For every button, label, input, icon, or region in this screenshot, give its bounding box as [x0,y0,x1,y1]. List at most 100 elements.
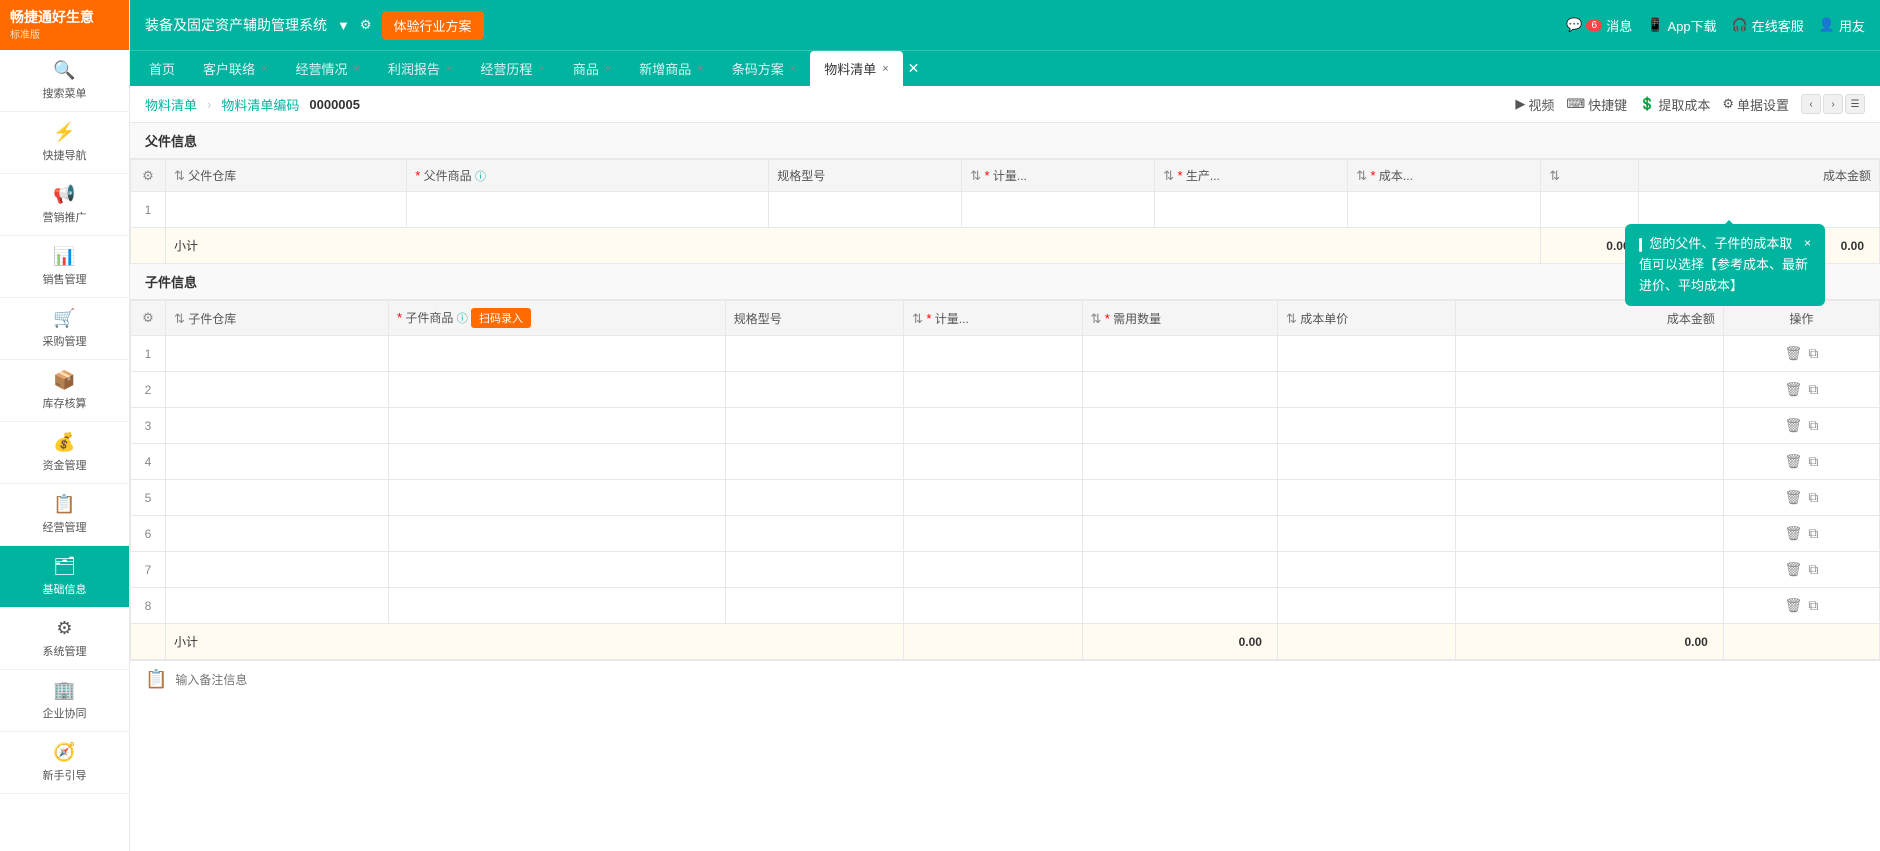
sidebar-item-basic[interactable]: 🗂基础信息 [0,546,129,608]
tab-close-goods[interactable]: × [605,63,611,75]
parent-cell-unit-1[interactable] [962,192,1155,228]
copy-icon-2[interactable]: ⧉ [1808,381,1818,398]
sidebar-item-search[interactable]: 🔍搜索菜单 [0,50,129,112]
breadcrumb-bom[interactable]: 物料清单 [145,95,197,114]
child-cell-unit-3[interactable] [904,408,1082,444]
sidebar-item-system[interactable]: ⚙系统管理 [0,608,129,670]
child-cell-product-6[interactable] [388,516,725,552]
header-right-service[interactable]: 🎧在线客服 [1732,16,1804,35]
sidebar-item-operation[interactable]: 📋经营管理 [0,484,129,546]
breadcrumb-action-video[interactable]: ▶视频 [1515,95,1554,114]
copy-icon-6[interactable]: ⧉ [1808,525,1818,542]
child-cell-product-3[interactable] [388,408,725,444]
header-right-message[interactable]: 💬6消息 [1566,16,1632,35]
copy-icon-4[interactable]: ⧉ [1808,453,1818,470]
child-cell-warehouse-8[interactable] [166,588,389,624]
copy-icon-8[interactable]: ⧉ [1808,597,1818,614]
delete-icon-3[interactable]: 🗑 [1785,417,1803,434]
child-cell-warehouse-4[interactable] [166,444,389,480]
note-input[interactable] [175,673,1865,687]
child-cell-warehouse-1[interactable] [166,336,389,372]
delete-icon-6[interactable]: 🗑 [1785,525,1803,542]
delete-icon-2[interactable]: 🗑 [1785,381,1803,398]
child-cell-qty-5[interactable] [1082,480,1277,516]
child-cell-unit-2[interactable] [904,372,1082,408]
header-right-user[interactable]: 👤用友 [1819,16,1865,35]
breadcrumb-action-shortcut[interactable]: ⌨快捷键 [1566,95,1627,114]
close-all-tabs[interactable]: ✕ [908,60,920,77]
settings-icon[interactable]: ⚙ [360,17,372,33]
child-cell-price-2[interactable] [1277,372,1455,408]
child-cell-price-1[interactable] [1277,336,1455,372]
tooltip-close[interactable]: × [1804,234,1811,253]
child-cell-product-4[interactable] [388,444,725,480]
tab-close-bom[interactable]: × [882,63,888,75]
tab-profit-report[interactable]: 利润报告× [374,51,466,86]
child-cell-spec-2[interactable] [725,372,903,408]
child-cell-qty-7[interactable] [1082,552,1277,588]
copy-icon-3[interactable]: ⧉ [1808,417,1818,434]
breadcrumb-action-extract-cost[interactable]: 💲提取成本 [1639,95,1710,114]
delete-icon-4[interactable]: 🗑 [1785,453,1803,470]
child-cell-price-6[interactable] [1277,516,1455,552]
sidebar-item-sales[interactable]: 📊销售管理 [0,236,129,298]
child-cell-unit-8[interactable] [904,588,1082,624]
child-cell-product-5[interactable] [388,480,725,516]
child-cell-spec-3[interactable] [725,408,903,444]
child-cell-spec-7[interactable] [725,552,903,588]
parent-cell-extra-1[interactable] [1541,192,1638,228]
tab-close-barcode[interactable]: × [790,63,796,75]
sidebar-item-guide[interactable]: 🧭新手引导 [0,732,129,794]
copy-icon-1[interactable]: ⧉ [1808,345,1818,362]
delete-icon-8[interactable]: 🗑 [1785,597,1803,614]
child-cell-warehouse-7[interactable] [166,552,389,588]
child-cell-spec-5[interactable] [725,480,903,516]
child-cell-product-8[interactable] [388,588,725,624]
tab-operation-history[interactable]: 经营历程× [466,51,558,86]
sidebar-item-enterprise[interactable]: 🏢企业协同 [0,670,129,732]
child-cell-price-7[interactable] [1277,552,1455,588]
child-cell-unit-1[interactable] [904,336,1082,372]
list-view[interactable]: ☰ [1845,94,1865,114]
parent-cell-cost-1[interactable] [1348,192,1541,228]
delete-icon-7[interactable]: 🗑 [1785,561,1803,578]
child-cell-product-7[interactable] [388,552,725,588]
tab-goods[interactable]: 商品× [559,51,625,86]
child-cell-spec-6[interactable] [725,516,903,552]
child-cell-spec-8[interactable] [725,588,903,624]
child-cell-unit-5[interactable] [904,480,1082,516]
tab-customer[interactable]: 客户联络× [189,51,281,86]
tab-close-add-goods[interactable]: × [697,63,703,75]
tab-close-operation-status[interactable]: × [353,63,359,75]
child-cell-price-8[interactable] [1277,588,1455,624]
parent-cell-product-1[interactable] [407,192,769,228]
child-cell-warehouse-5[interactable] [166,480,389,516]
settings-th-icon[interactable]: ⚙ [142,168,154,183]
child-cell-qty-3[interactable] [1082,408,1277,444]
child-cell-warehouse-2[interactable] [166,372,389,408]
child-cell-unit-4[interactable] [904,444,1082,480]
tab-close-profit-report[interactable]: × [446,63,452,75]
header-right-app[interactable]: 📱App下载 [1647,16,1716,35]
tab-close-customer[interactable]: × [261,63,267,75]
tab-add-goods[interactable]: 新增商品× [625,51,717,86]
breadcrumb-action-single-settings[interactable]: ⚙单据设置 [1722,95,1789,114]
dropdown-arrow[interactable]: ▼ [337,18,350,33]
delete-icon-5[interactable]: 🗑 [1785,489,1803,506]
experience-button[interactable]: 体验行业方案 [382,11,484,40]
child-cell-price-4[interactable] [1277,444,1455,480]
copy-icon-7[interactable]: ⧉ [1808,561,1818,578]
child-cell-qty-8[interactable] [1082,588,1277,624]
tab-bom[interactable]: 物料清单× [810,51,902,86]
parent-cell-spec-1[interactable] [769,192,962,228]
child-cell-price-3[interactable] [1277,408,1455,444]
tab-barcode[interactable]: 条码方案× [718,51,810,86]
parent-cell-warehouse-1[interactable] [166,192,407,228]
child-cell-price-5[interactable] [1277,480,1455,516]
sidebar-item-purchase[interactable]: 🛒采购管理 [0,298,129,360]
child-cell-product-1[interactable] [388,336,725,372]
delete-icon-1[interactable]: 🗑 [1785,345,1803,362]
scan-button[interactable]: 扫码录入 [471,308,531,328]
next-arrow[interactable]: › [1823,94,1843,114]
parent-cell-produce-1[interactable] [1155,192,1348,228]
